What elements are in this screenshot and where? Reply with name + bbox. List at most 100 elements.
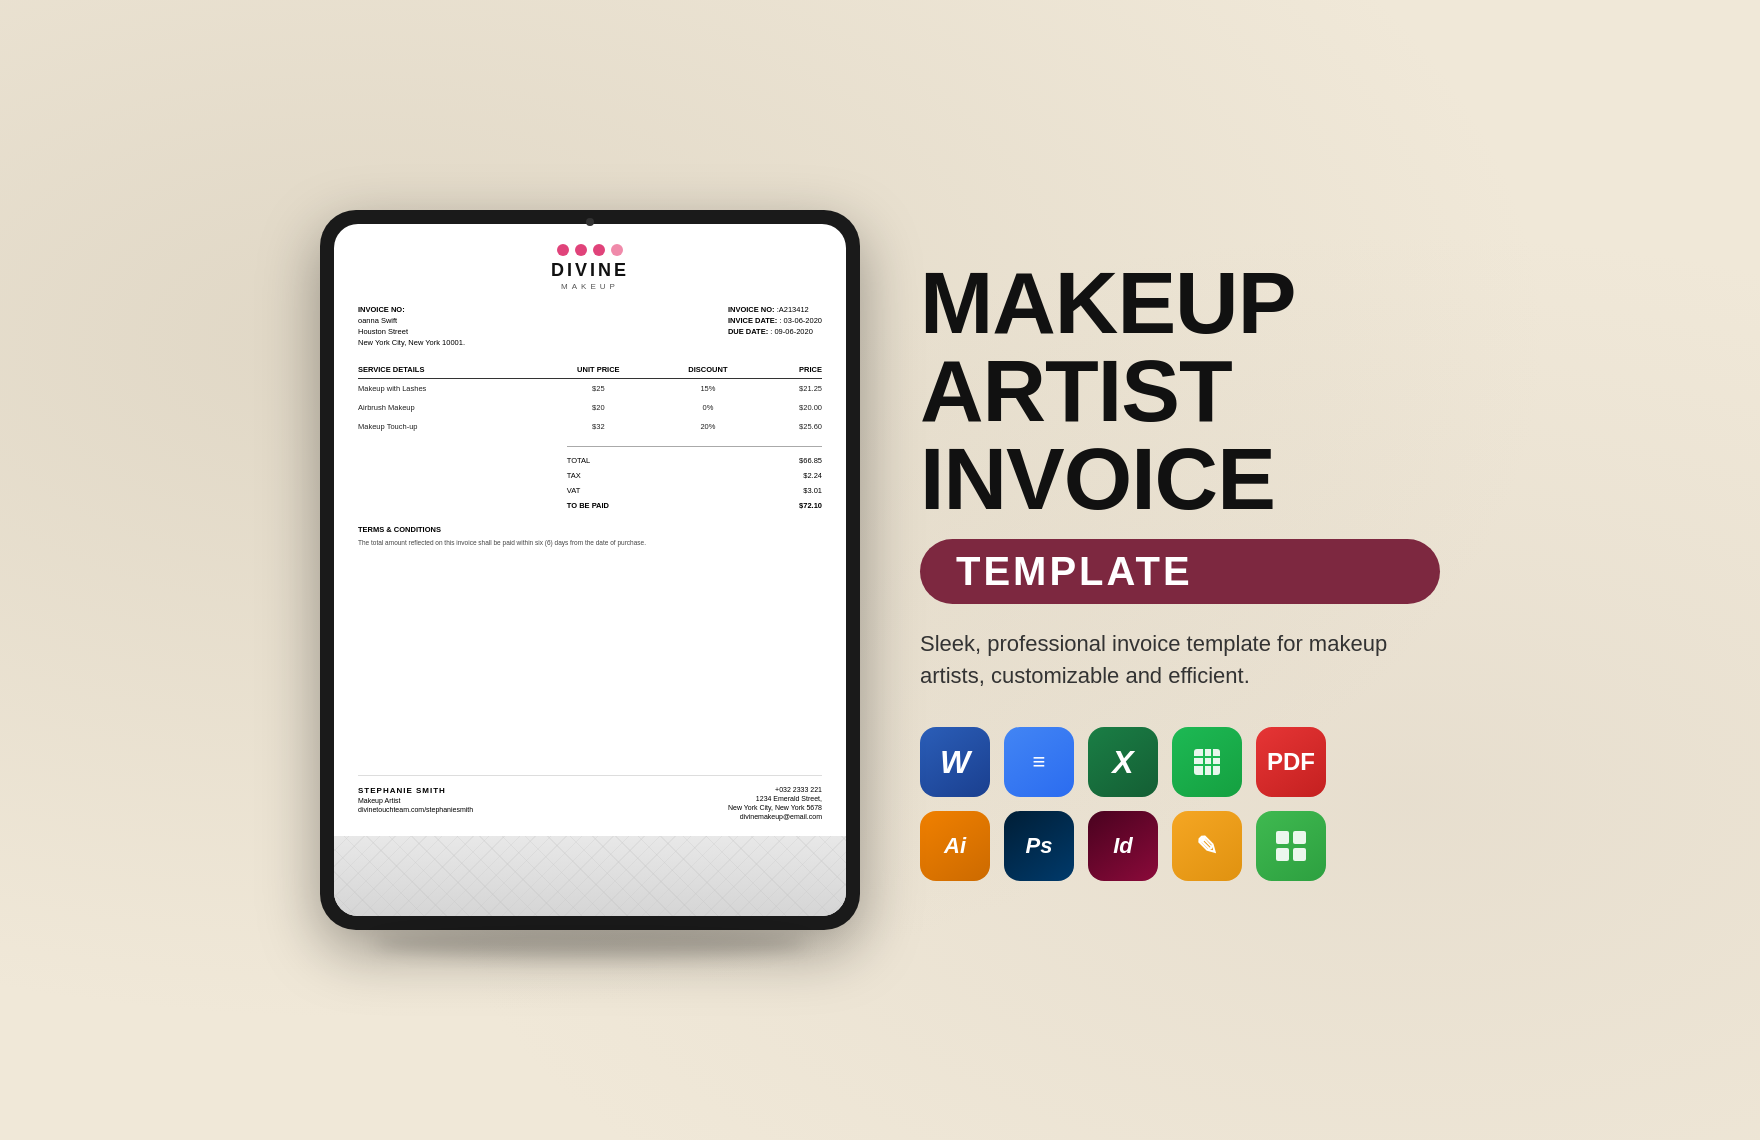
word-icon: W [920,727,990,797]
service-cell: Makeup with Lashes [358,379,541,399]
dot-4 [611,244,623,256]
col-service: SERVICE DETAILS [358,361,541,379]
template-badge: TEMPLATE [920,539,1440,604]
invoice-meta: INVOICE NO: oanna Swift Houston Street N… [358,305,822,347]
discount-cell: 0% [655,398,760,417]
total-value: $66.85 [799,456,822,465]
invoice-content: DIVINE MAKEUP INVOICE NO: oanna Swift Ho… [334,224,846,836]
meta-right: INVOICE NO: :A213412 INVICE DATE: : 03-0… [728,305,822,347]
pdf-icon: PDF [1256,727,1326,797]
svg-rect-5 [1276,831,1289,844]
title-line3: INVOICE [920,435,1440,523]
docs-icon: ≡ [1004,727,1074,797]
discount-cell: 20% [655,417,760,436]
client-city: New York City, New York 10001. [358,338,465,347]
tablet: DIVINE MAKEUP INVOICE NO: oanna Swift Ho… [320,210,860,930]
right-section: MAKEUP ARTIST INVOICE TEMPLATE Sleek, pr… [920,259,1440,882]
due-date-row: DUE DATE: : 09-06-2020 [728,327,822,336]
unit-price-cell: $25 [541,379,655,399]
total-row: TOTAL $66.85 [567,453,822,468]
dot-3 [593,244,605,256]
paid-label: TO BE PAID [567,501,609,510]
client-name: oanna Swift [358,316,465,325]
vat-row: VAT $3.01 [567,483,822,498]
price-cell: $21.25 [760,379,822,399]
invoice-header: DIVINE MAKEUP [358,244,822,291]
invoice-table: SERVICE DETAILS UNIT PRICE DISCOUNT PRIC… [358,361,822,436]
service-cell: Makeup Touch-up [358,417,541,436]
footer-name: STEPHANIE SMITH [358,786,473,795]
total-label: TOTAL [567,456,590,465]
footer-right: +032 2333 221 1234 Emerald Street, New Y… [728,786,822,820]
indesign-icon: Id [1088,811,1158,881]
discount-cell: 15% [655,379,760,399]
excel-icon: X [1088,727,1158,797]
footer-email: divinemakeup@email.com [728,813,822,820]
invoice-no-value: :A213412 [777,305,809,314]
invoice-date-label: INVICE DATE: [728,316,777,325]
title-line1: MAKEUP [920,259,1440,347]
col-price: PRICE [760,361,822,379]
invoice-no-label: INVOICE NO: [728,305,775,314]
due-date-value: : 09-06-2020 [770,327,813,336]
tablet-camera [586,218,594,226]
brand-dots [557,244,623,256]
unit-price-cell: $32 [541,417,655,436]
app-icons-grid: W ≡ X PDF [920,727,1440,881]
meta-left: INVOICE NO: oanna Swift Houston Street N… [358,305,465,347]
tax-label: TAX [567,471,581,480]
table-row: Makeup Touch-up $32 20% $25.60 [358,417,822,436]
price-cell: $25.60 [760,417,822,436]
service-cell: Airbrush Makeup [358,398,541,417]
invoice-date-row: INVICE DATE: : 03-06-2020 [728,316,822,325]
client-address: Houston Street [358,327,465,336]
vat-value: $3.01 [803,486,822,495]
app-icons-row-2: Ai Ps Id ✎ [920,811,1440,881]
svg-rect-6 [1293,831,1306,844]
invoice-date-value: : 03-06-2020 [779,316,822,325]
price-cell: $20.00 [760,398,822,417]
col-discount: DISCOUNT [655,361,760,379]
invoice-no-row: INVOICE NO: :A213412 [728,305,822,314]
footer-phone: +032 2333 221 [728,786,822,793]
main-title: MAKEUP ARTIST INVOICE [920,259,1440,523]
main-container: DIVINE MAKEUP INVOICE NO: oanna Swift Ho… [0,0,1760,1140]
due-date-label: DUE DATE: [728,327,768,336]
paid-value: $72.10 [799,501,822,510]
dot-1 [557,244,569,256]
svg-rect-7 [1276,848,1289,861]
terms-section: TERMS & CONDITIONS The total amount refl… [358,525,822,547]
tax-row: TAX $2.24 [567,468,822,483]
title-line2: ARTIST [920,347,1440,435]
svg-rect-0 [1194,749,1220,775]
app-icons-row-1: W ≡ X PDF [920,727,1440,797]
description: Sleek, professional invoice template for… [920,628,1440,692]
vat-label: VAT [567,486,580,495]
terms-title: TERMS & CONDITIONS [358,525,822,534]
numbers-icon [1256,811,1326,881]
unit-price-cell: $20 [541,398,655,417]
footer-role: Makeup Artist [358,797,473,804]
pages-icon: ✎ [1172,811,1242,881]
table-row: Airbrush Makeup $20 0% $20.00 [358,398,822,417]
footer-left: STEPHANIE SMITH Makeup Artist divinetouc… [358,786,473,820]
terms-text: The total amount reflected on this invoi… [358,538,822,547]
table-row: Makeup with Lashes $25 15% $21.25 [358,379,822,399]
tablet-marble [334,836,846,916]
photoshop-icon: Ps [1004,811,1074,881]
tablet-screen: DIVINE MAKEUP INVOICE NO: oanna Swift Ho… [334,224,846,916]
brand-name: DIVINE [551,260,629,281]
invoice-footer: STEPHANIE SMITH Makeup Artist divinetouc… [358,775,822,820]
invoice-no-label-left: INVOICE NO: [358,305,465,314]
footer-website: divinetouchteam.com/stephaniesmith [358,806,473,813]
col-unit-price: UNIT PRICE [541,361,655,379]
brand-sub: MAKEUP [561,282,619,291]
footer-city: New York City, New York 5678 [728,804,822,811]
tax-value: $2.24 [803,471,822,480]
svg-rect-8 [1293,848,1306,861]
dot-2 [575,244,587,256]
totals-section: TOTAL $66.85 TAX $2.24 VAT $3.01 TO BE P… [567,446,822,513]
sheets-icon [1172,727,1242,797]
footer-address: 1234 Emerald Street, [728,795,822,802]
illustrator-icon: Ai [920,811,990,881]
